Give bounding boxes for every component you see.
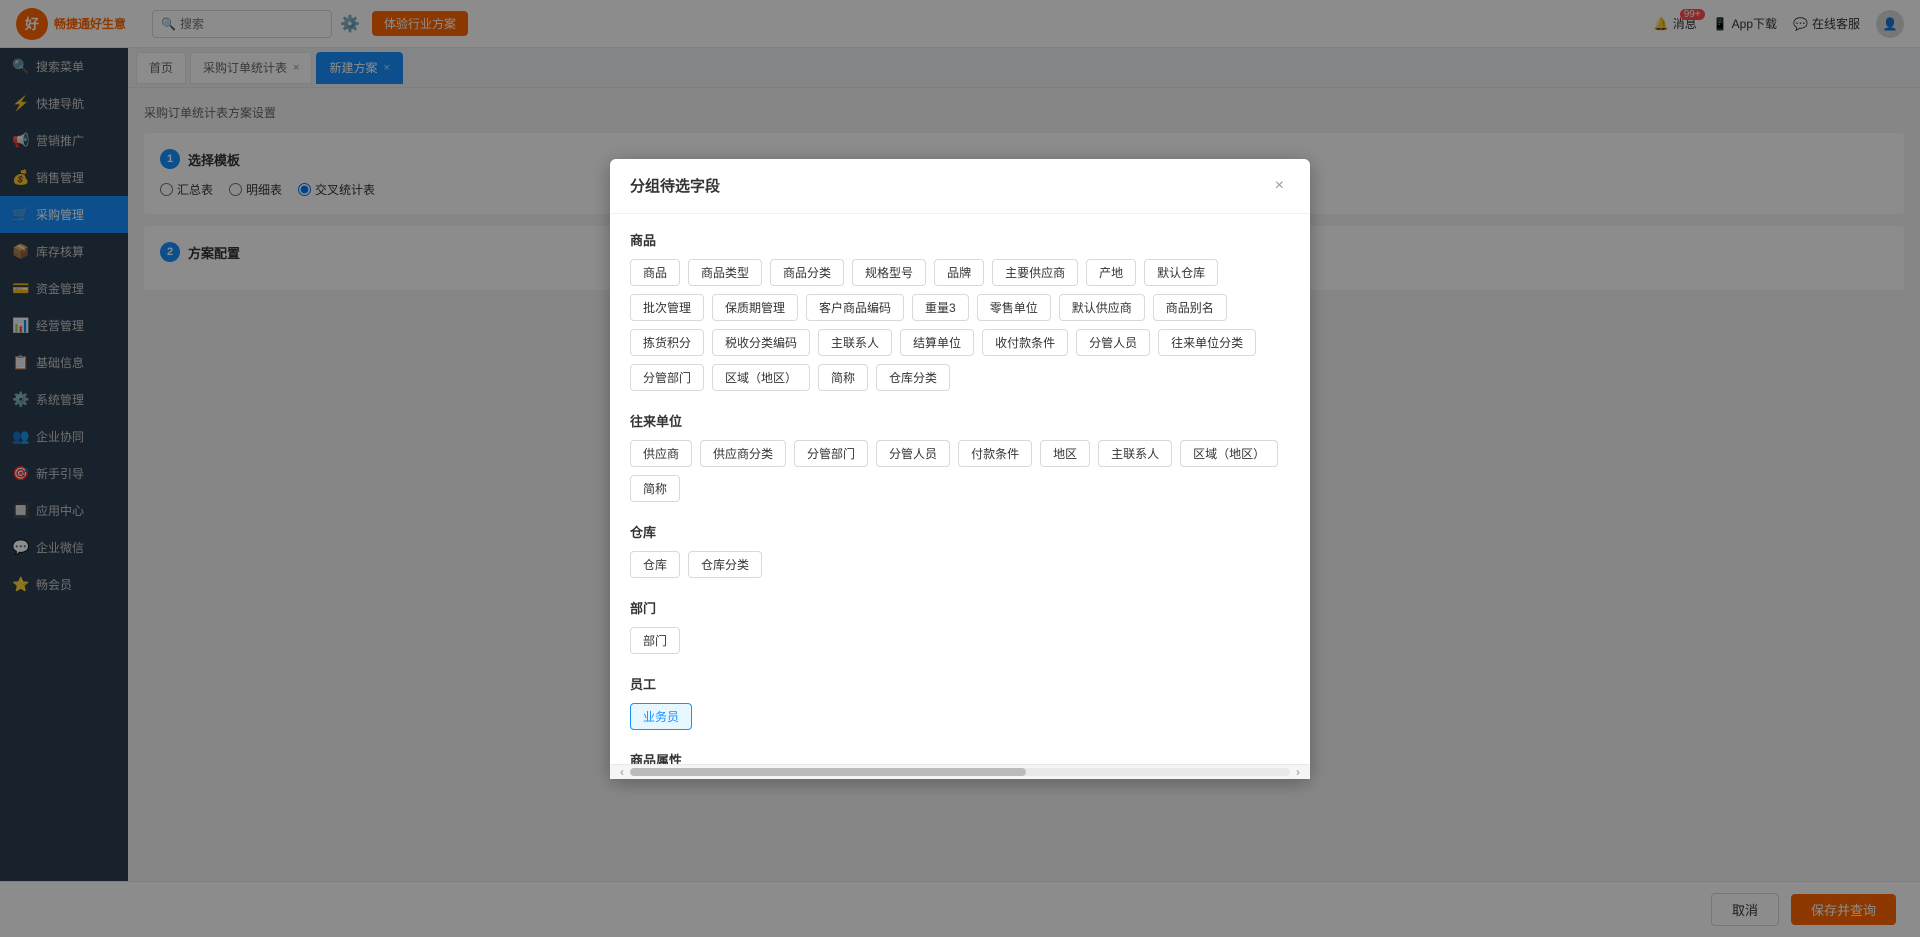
- field-tag-product-type[interactable]: 商品类型: [688, 259, 762, 286]
- field-tag-supplier-category[interactable]: 供应商分类: [700, 440, 786, 467]
- field-tag-batch-mgmt[interactable]: 批次管理: [630, 294, 704, 321]
- field-tag-area[interactable]: 地区: [1040, 440, 1090, 467]
- section-employee-title: 员工: [630, 674, 1290, 693]
- section-product-attr: 商品属性 属性 颜色 多规格 尺码 鞋码 1: [630, 750, 1290, 764]
- modal-close-button[interactable]: ×: [1269, 175, 1290, 197]
- field-tag-dept-manager2[interactable]: 分管部门: [794, 440, 868, 467]
- field-tag-pick-points[interactable]: 拣货积分: [630, 329, 704, 356]
- field-tag-region[interactable]: 区域（地区）: [712, 364, 810, 391]
- field-tag-origin[interactable]: 产地: [1086, 259, 1136, 286]
- modal: 分组待选字段 × 商品 商品 商品类型 商品分类 规格型号 品牌 主要供应商 产…: [610, 159, 1310, 779]
- field-tag-product-alias[interactable]: 商品别名: [1153, 294, 1227, 321]
- field-tag-manager-staff[interactable]: 分管人员: [1076, 329, 1150, 356]
- field-tag-brand[interactable]: 品牌: [934, 259, 984, 286]
- field-tag-tax-code[interactable]: 税收分类编码: [712, 329, 810, 356]
- overlay: 分组待选字段 × 商品 商品 商品类型 商品分类 规格型号 品牌 主要供应商 产…: [0, 0, 1920, 937]
- section-partner-title: 往来单位: [630, 411, 1290, 430]
- section-product-attr-title: 商品属性: [630, 750, 1290, 764]
- field-tag-default-warehouse[interactable]: 默认仓库: [1144, 259, 1218, 286]
- field-tag-department[interactable]: 部门: [630, 627, 680, 654]
- field-tag-main-contact2[interactable]: 主联系人: [1098, 440, 1172, 467]
- section-department: 部门 部门: [630, 598, 1290, 654]
- field-tag-customer-code[interactable]: 客户商品编码: [806, 294, 904, 321]
- field-tag-settlement-unit[interactable]: 结算单位: [900, 329, 974, 356]
- field-tag-supplier[interactable]: 供应商: [630, 440, 692, 467]
- section-employee: 员工 业务员: [630, 674, 1290, 730]
- field-tag-region2[interactable]: 区域（地区）: [1180, 440, 1278, 467]
- field-tag-main-contact[interactable]: 主联系人: [818, 329, 892, 356]
- field-tag-default-supplier[interactable]: 默认供应商: [1059, 294, 1145, 321]
- field-tag-shelf-life[interactable]: 保质期管理: [712, 294, 798, 321]
- section-warehouse-title: 仓库: [630, 522, 1290, 541]
- field-tag-manager-staff2[interactable]: 分管人员: [876, 440, 950, 467]
- field-tag-salesperson[interactable]: 业务员: [630, 703, 692, 730]
- field-tag-product-category[interactable]: 商品分类: [770, 259, 844, 286]
- field-tag-payment-condition[interactable]: 付款条件: [958, 440, 1032, 467]
- section-product-tags: 商品 商品类型 商品分类 规格型号 品牌 主要供应商 产地 默认仓库 批次管理 …: [630, 259, 1290, 391]
- scrollbar-track[interactable]: [630, 768, 1290, 776]
- field-tag-spec-model[interactable]: 规格型号: [852, 259, 926, 286]
- section-product-title: 商品: [630, 230, 1290, 249]
- modal-horizontal-scrollbar[interactable]: ‹ ›: [610, 764, 1310, 779]
- scrollbar-thumb[interactable]: [630, 768, 1026, 776]
- field-tag-warehouse-category[interactable]: 仓库分类: [876, 364, 950, 391]
- section-warehouse-tags: 仓库 仓库分类: [630, 551, 1290, 578]
- scroll-right-btn[interactable]: ›: [1290, 765, 1306, 779]
- field-tag-abbreviation2[interactable]: 简称: [630, 475, 680, 502]
- field-tag-dept-manager[interactable]: 分管部门: [630, 364, 704, 391]
- field-tag-retail-unit[interactable]: 零售单位: [977, 294, 1051, 321]
- modal-header: 分组待选字段 ×: [610, 159, 1310, 214]
- section-department-tags: 部门: [630, 627, 1290, 654]
- field-tag-abbreviation[interactable]: 简称: [818, 364, 868, 391]
- section-department-title: 部门: [630, 598, 1290, 617]
- field-tag-main-supplier[interactable]: 主要供应商: [992, 259, 1078, 286]
- section-employee-tags: 业务员: [630, 703, 1290, 730]
- section-warehouse: 仓库 仓库 仓库分类: [630, 522, 1290, 578]
- modal-title: 分组待选字段: [630, 175, 720, 196]
- field-tag-product[interactable]: 商品: [630, 259, 680, 286]
- field-tag-payment-terms[interactable]: 收付款条件: [982, 329, 1068, 356]
- field-tag-weight3[interactable]: 重量3: [912, 294, 969, 321]
- field-tag-warehouse-cat[interactable]: 仓库分类: [688, 551, 762, 578]
- scroll-left-btn[interactable]: ‹: [614, 765, 630, 779]
- section-product: 商品 商品 商品类型 商品分类 规格型号 品牌 主要供应商 产地 默认仓库 批次…: [630, 230, 1290, 391]
- section-partner: 往来单位 供应商 供应商分类 分管部门 分管人员 付款条件 地区 主联系人 区域…: [630, 411, 1290, 502]
- modal-body: 商品 商品 商品类型 商品分类 规格型号 品牌 主要供应商 产地 默认仓库 批次…: [610, 214, 1310, 764]
- field-tag-partner-category[interactable]: 往来单位分类: [1158, 329, 1256, 356]
- section-partner-tags: 供应商 供应商分类 分管部门 分管人员 付款条件 地区 主联系人 区域（地区） …: [630, 440, 1290, 502]
- field-tag-warehouse[interactable]: 仓库: [630, 551, 680, 578]
